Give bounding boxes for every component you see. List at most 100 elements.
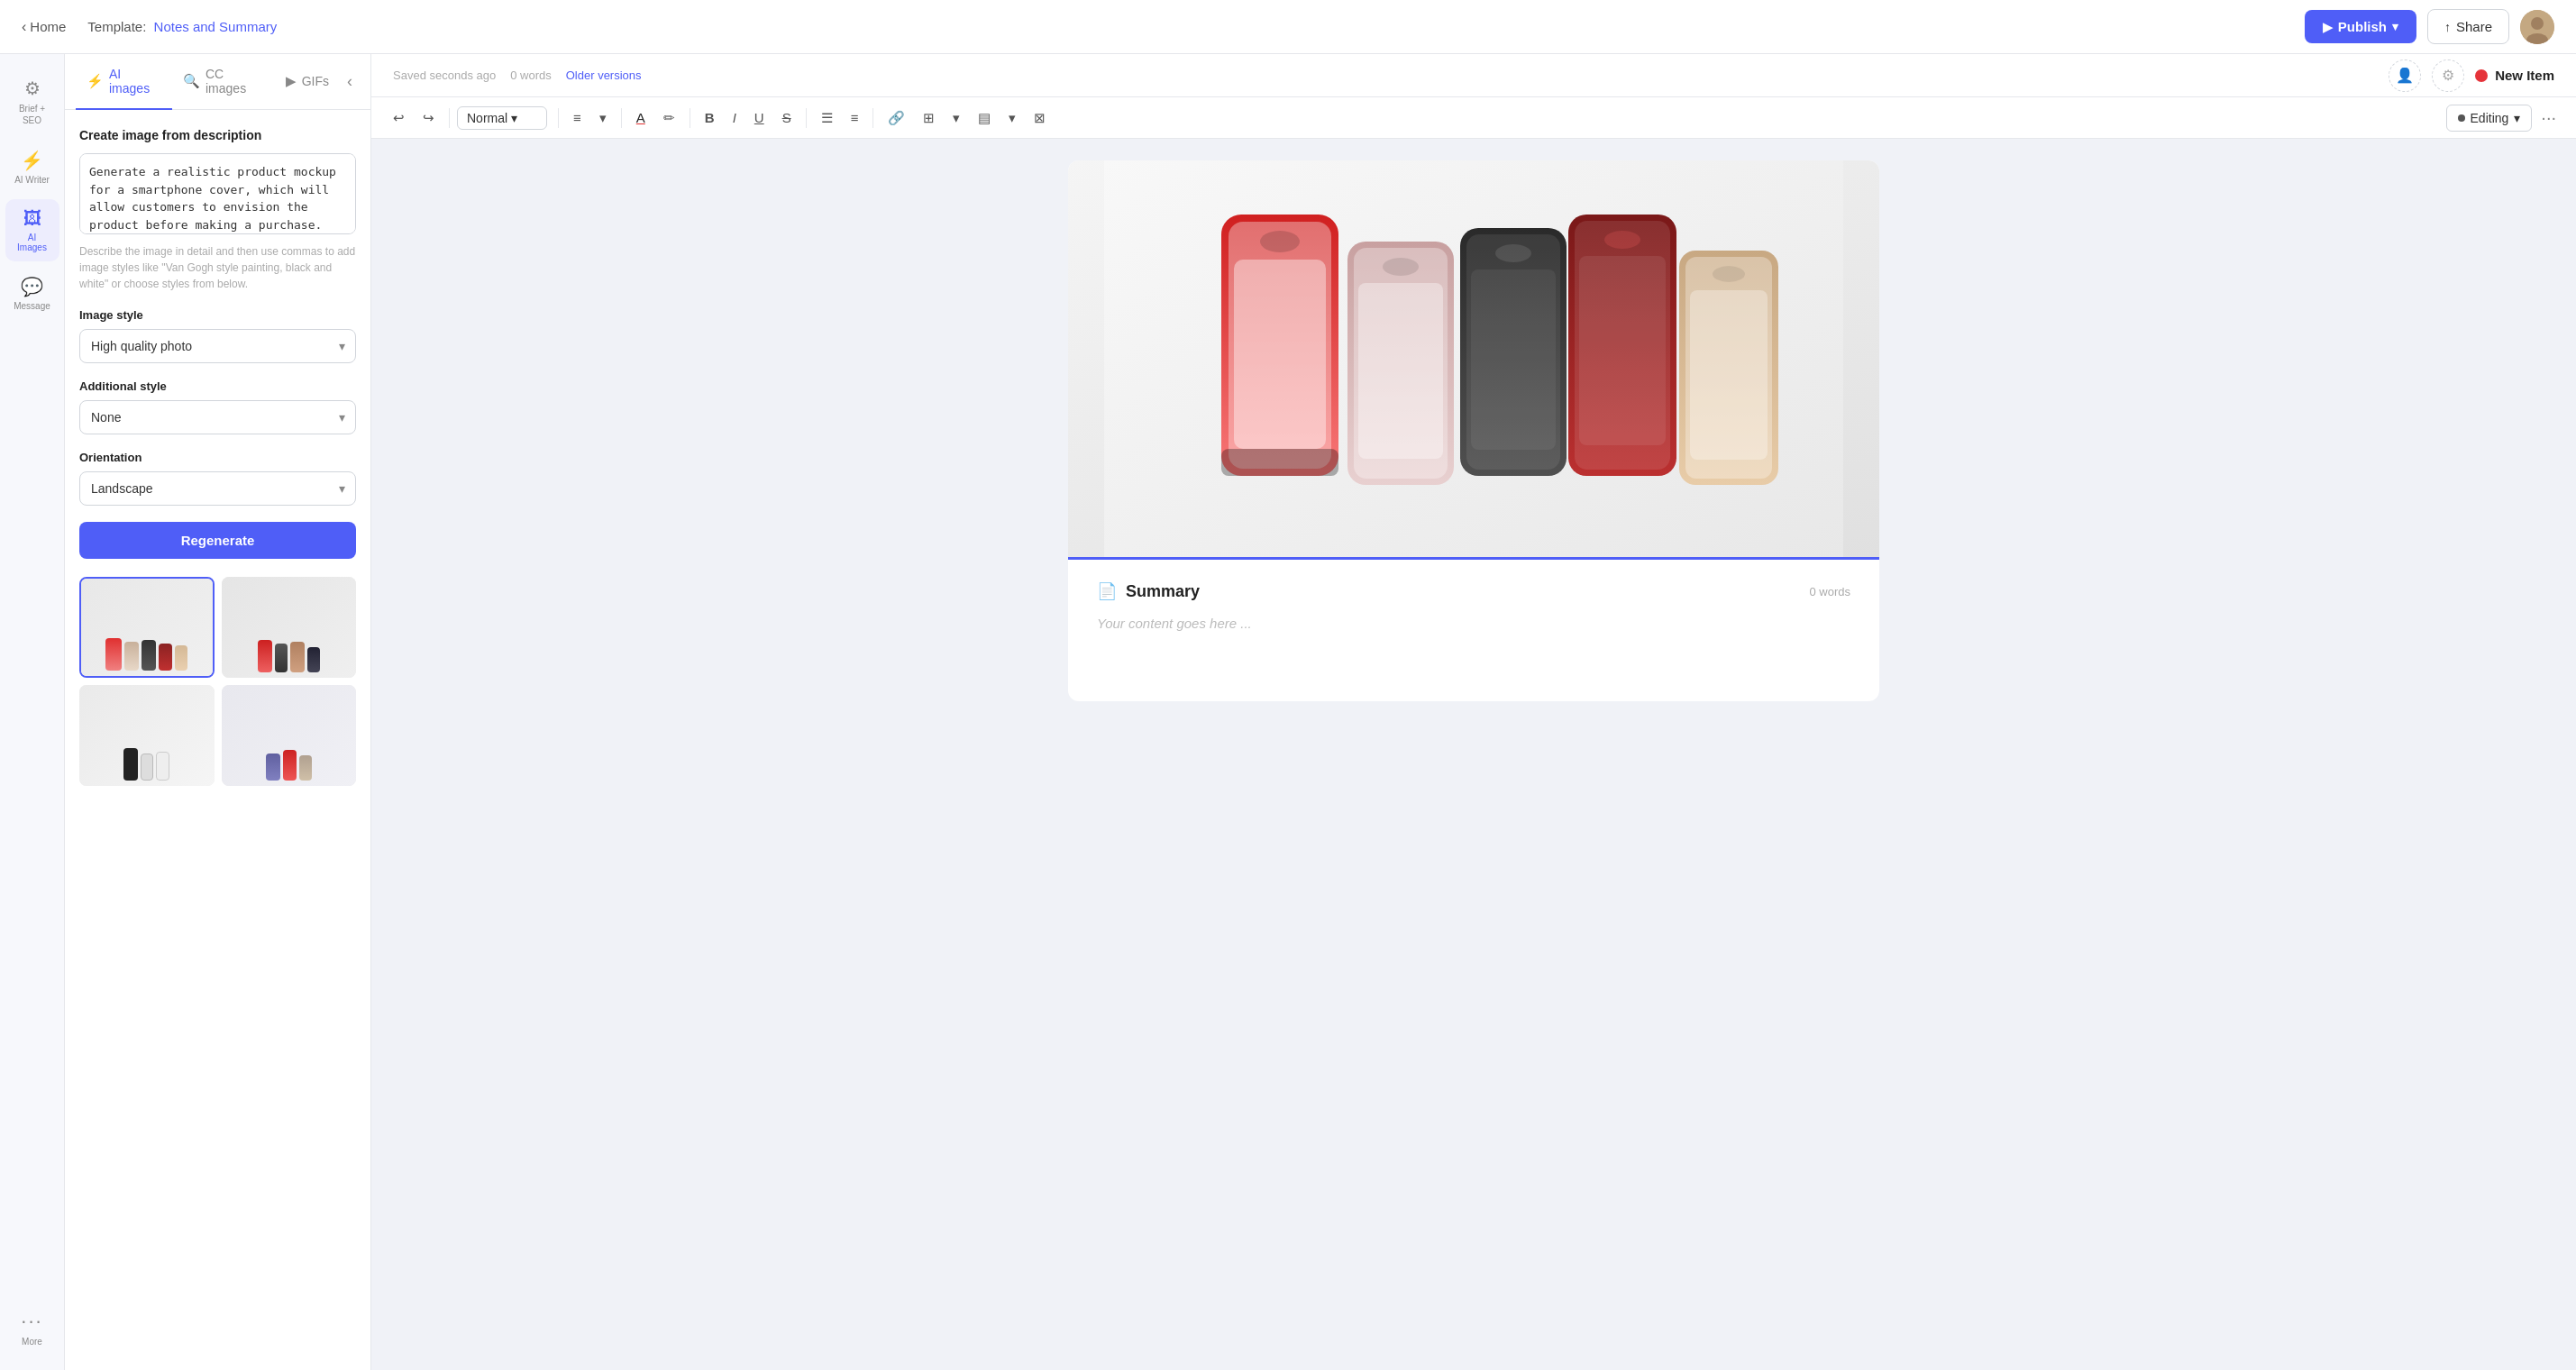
additional-style-label: Additional style [79, 379, 356, 393]
numbered-list-icon: ≡ [851, 110, 859, 125]
cc-images-tab-icon: 🔍 [183, 73, 200, 89]
sidebar-item-more[interactable]: ··· More [5, 1301, 59, 1356]
ai-images-tab-label: AI images [109, 67, 161, 96]
svg-point-19 [1604, 231, 1640, 249]
bold-button[interactable]: B [698, 105, 722, 131]
sidebar-item-ai-images[interactable]: 🖼 AI Images [5, 199, 59, 261]
add-person-button[interactable]: 👤 [2389, 59, 2421, 92]
editor-toolbar: ↩ ↪ Normal ▾ ≡ ▾ A ✏ B I U S ☰ ≡ 🔗 [371, 97, 2576, 139]
image-button[interactable]: ⊞ [916, 105, 942, 132]
publish-button[interactable]: ▶ Publish ▾ [2305, 10, 2416, 43]
toolbar-separator-5 [806, 108, 807, 128]
tab-cc-images[interactable]: 🔍 CC images [172, 54, 275, 110]
ai-images-icon: 🖼 [23, 208, 41, 229]
editing-mode-selector[interactable]: Editing ▾ [2446, 105, 2533, 132]
editor-topbar: Saved seconds ago 0 words Older versions… [371, 54, 2576, 97]
new-item-dot [2475, 69, 2488, 82]
thumbnail-1[interactable] [79, 577, 215, 678]
svg-rect-12 [1358, 283, 1443, 459]
share-button[interactable]: ↑ Share [2427, 9, 2509, 44]
ai-writer-label: AI Writer [14, 175, 50, 185]
text-color-button[interactable]: A [629, 105, 653, 131]
regenerate-button[interactable]: Regenerate [79, 522, 356, 559]
underline-button[interactable]: U [747, 105, 772, 131]
strikethrough-button[interactable]: S [775, 105, 799, 131]
undo-button[interactable]: ↩ [386, 105, 412, 132]
template-label: Template: Notes and Summary [87, 19, 277, 34]
share-label: Share [2456, 19, 2492, 34]
editor-document: 📄 Summary 0 words Your content goes here… [1068, 160, 1879, 701]
redo-button[interactable]: ↪ [416, 105, 442, 132]
sidebar-item-brief-seo[interactable]: ⚙ Brief + SEO [5, 68, 59, 135]
older-versions-link[interactable]: Older versions [566, 68, 642, 82]
align-chevron-icon: ▾ [599, 110, 607, 126]
ai-writer-icon: ⚡ [21, 150, 43, 171]
ai-images-label: AI Images [13, 233, 52, 252]
settings-button[interactable]: ⚙ [2432, 59, 2464, 92]
image-style-select[interactable]: High quality photo Illustration Painting… [79, 329, 356, 363]
link-button[interactable]: 🔗 [881, 105, 912, 132]
summary-placeholder[interactable]: Your content goes here ... [1097, 616, 1850, 631]
prompt-hint: Describe the image in detail and then us… [79, 243, 356, 292]
highlight-button[interactable]: ✏ [656, 105, 682, 132]
bullet-list-button[interactable]: ☰ [814, 105, 840, 132]
thumbnail-4[interactable] [222, 685, 357, 786]
toolbar-separator-3 [621, 108, 622, 128]
table-button[interactable]: ▤ [971, 105, 998, 132]
tab-gifs[interactable]: ▶ GIFs [275, 60, 340, 104]
editing-dot [2458, 114, 2465, 122]
tab-ai-images[interactable]: ⚡ AI images [76, 54, 172, 110]
toolbar-separator-6 [872, 108, 873, 128]
additional-style-select-wrap: None Vintage Minimalist Futuristic Neon … [79, 400, 356, 434]
toolbar-separator-1 [449, 108, 450, 128]
table-expand-icon: ▾ [1009, 110, 1016, 126]
template-name-link[interactable]: Notes and Summary [154, 19, 278, 34]
home-label: Home [30, 19, 66, 34]
thumbnail-3[interactable] [79, 685, 215, 786]
svg-point-15 [1495, 244, 1531, 262]
image-icon: ⊞ [923, 110, 935, 126]
topbar: ‹ Home Template: Notes and Summary ▶ Pub… [0, 0, 2576, 54]
align-button[interactable]: ≡ [566, 105, 589, 131]
numbered-list-button[interactable]: ≡ [844, 105, 866, 131]
editor-scroll-area[interactable]: 📄 Summary 0 words Your content goes here… [371, 139, 2576, 1370]
svg-point-1 [2531, 17, 2544, 30]
sidebar-item-message[interactable]: 💬 Message [5, 267, 59, 320]
align-chevron-button[interactable]: ▾ [592, 105, 614, 132]
summary-icon: 📄 [1097, 581, 1117, 601]
topbar-right: ▶ Publish ▾ ↑ Share [2305, 9, 2554, 44]
orientation-select-wrap: Landscape Portrait Square ▾ [79, 471, 356, 506]
sidebar-item-ai-writer[interactable]: ⚡ AI Writer [5, 141, 59, 194]
format-selector[interactable]: Normal ▾ [457, 106, 547, 130]
editing-mode-label: Editing [2471, 111, 2509, 125]
additional-style-select[interactable]: None Vintage Minimalist Futuristic Neon [79, 400, 356, 434]
settings-icon: ⚙ [2442, 67, 2454, 84]
more-icon: ··· [21, 1310, 42, 1333]
product-image-svg [1104, 160, 1843, 557]
svg-rect-8 [1221, 449, 1338, 476]
italic-button[interactable]: I [726, 105, 744, 131]
prompt-textarea[interactable]: Generate a realistic product mockup for … [79, 153, 356, 234]
table-icon: ▤ [978, 110, 991, 126]
message-icon: 💬 [21, 276, 43, 297]
gifs-tab-icon: ▶ [286, 73, 297, 89]
toolbar-more-button[interactable]: ··· [2535, 104, 2562, 132]
more-options-icon: ··· [2541, 107, 2556, 127]
table-chevron-button[interactable]: ▾ [1001, 105, 1023, 132]
toolbar-separator-2 [558, 108, 559, 128]
create-section-title: Create image from description [79, 128, 356, 142]
summary-title: Summary [1126, 582, 1200, 601]
orientation-select[interactable]: Landscape Portrait Square [79, 471, 356, 506]
chevron-down-icon: ▾ [2392, 20, 2398, 33]
new-item-label: New Item [2495, 68, 2554, 83]
thumbnail-2[interactable] [222, 577, 357, 678]
avatar[interactable] [2520, 10, 2554, 44]
brief-seo-icon: ⚙ [24, 78, 41, 99]
clear-format-button[interactable]: ⊠ [1027, 105, 1053, 132]
more-label: More [22, 1337, 42, 1347]
svg-rect-7 [1234, 260, 1326, 449]
home-link[interactable]: ‹ Home [22, 19, 66, 35]
image-chevron-button[interactable]: ▾ [945, 105, 967, 132]
message-label: Message [14, 301, 50, 311]
sidebar-collapse-button[interactable]: ‹ [340, 68, 360, 95]
